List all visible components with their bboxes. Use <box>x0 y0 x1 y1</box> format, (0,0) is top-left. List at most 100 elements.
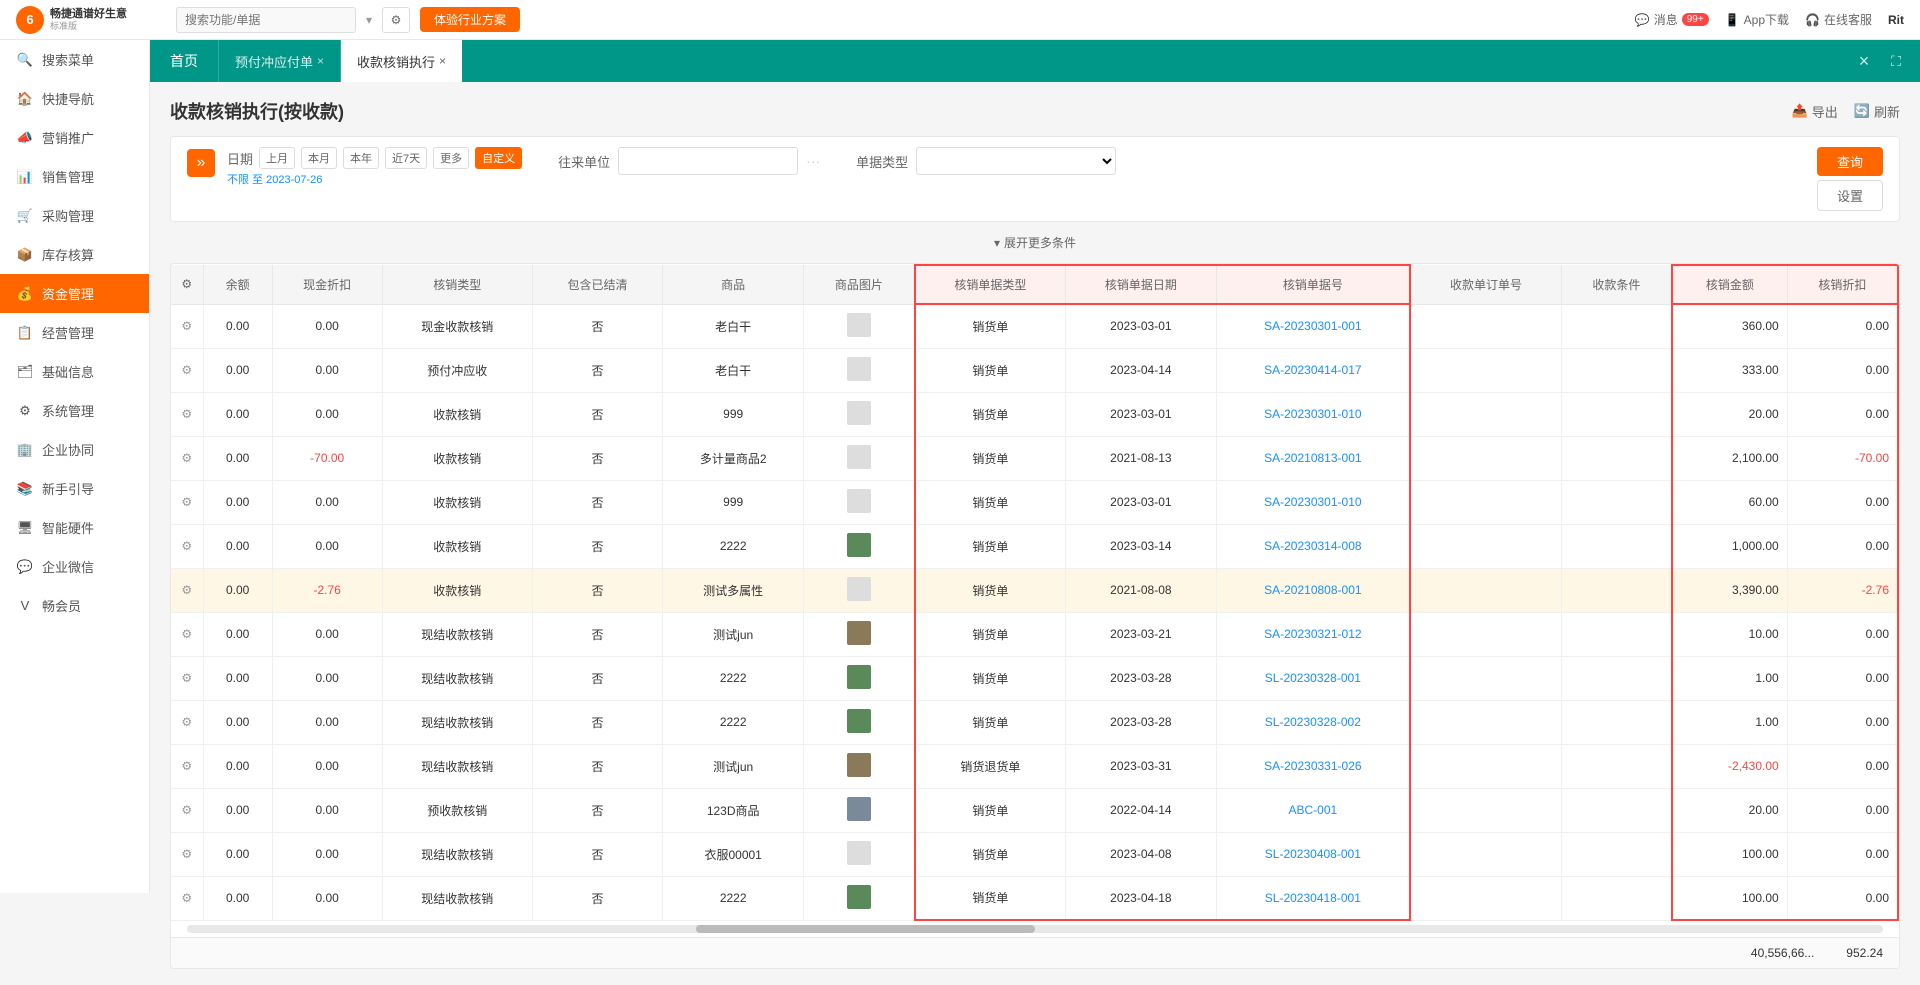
tab-home[interactable]: 首页 <box>150 40 219 82</box>
expand-more-button[interactable]: ▾ 展开更多条件 <box>170 230 1900 255</box>
cell-hx-discount: -2.76 <box>1787 568 1898 612</box>
filter-expand-button[interactable]: » <box>187 149 215 177</box>
cell-hx-bill-date: 2023-04-08 <box>1066 832 1216 876</box>
expand-more-label: 展开更多条件 <box>1004 234 1076 251</box>
date-custom-btn[interactable]: 自定义 <box>475 147 522 169</box>
cell-hx-bill-no[interactable]: SA-20210813-001 <box>1216 436 1410 480</box>
export-button[interactable]: 📤 导出 <box>1792 102 1838 121</box>
tab-prepay-close[interactable]: × <box>317 54 324 68</box>
refresh-button[interactable]: 🔄 刷新 <box>1854 102 1900 121</box>
cell-yue: 0.00 <box>203 832 272 876</box>
cell-hx-bill-no[interactable]: SA-20230301-001 <box>1216 304 1410 348</box>
cell-settings[interactable]: ⚙ <box>171 348 203 392</box>
sidebar-item-marketing[interactable]: 📣 营销推广 <box>0 118 149 157</box>
sidebar-item-hardware[interactable]: 🖥 智能硬件 <box>0 508 149 547</box>
message-button[interactable]: 💬 消息 99+ <box>1635 11 1709 28</box>
date-last-month-btn[interactable]: 上月 <box>259 147 295 169</box>
cell-hx-bill-no[interactable]: SA-20230414-017 <box>1216 348 1410 392</box>
export-label: 导出 <box>1812 102 1838 121</box>
tab-active-close[interactable]: × <box>439 54 446 68</box>
cell-settings[interactable]: ⚙ <box>171 612 203 656</box>
cell-hx-bill-no[interactable]: SA-20230301-010 <box>1216 392 1410 436</box>
tab-prepay[interactable]: 预付冲应付单 × <box>219 40 341 82</box>
cell-settings[interactable]: ⚙ <box>171 832 203 876</box>
cell-hx-bill-no[interactable]: SA-20230314-008 <box>1216 524 1410 568</box>
cell-settings[interactable]: ⚙ <box>171 480 203 524</box>
horizontal-scrollbar[interactable] <box>187 925 1883 933</box>
sidebar-item-finance[interactable]: 💰 资金管理 <box>0 274 149 313</box>
top-dropdown-arrow[interactable]: ▾ <box>366 13 372 27</box>
col-header-hx-bill-no: 核销单据号 <box>1216 265 1410 304</box>
top-search-input[interactable] <box>177 13 355 27</box>
sidebar-label-search: 搜索菜单 <box>42 50 94 69</box>
cell-hx-bill-no[interactable]: SA-20230321-012 <box>1216 612 1410 656</box>
cell-hx-bill-no[interactable]: SA-20230331-026 <box>1216 744 1410 788</box>
cell-cash-discount: 0.00 <box>272 656 382 700</box>
cell-product-img <box>804 656 915 700</box>
cell-settings[interactable]: ⚙ <box>171 744 203 788</box>
cell-sk-bill-no <box>1410 568 1561 612</box>
cell-settings[interactable]: ⚙ <box>171 568 203 612</box>
cell-hx-type: 收款核销 <box>382 568 532 612</box>
tab-expand-button[interactable]: ⛶ <box>1884 49 1908 73</box>
sidebar-item-wechat[interactable]: 💬 企业微信 <box>0 547 149 586</box>
date-more-btn[interactable]: 更多 <box>433 147 469 169</box>
cell-hx-bill-no[interactable]: SL-20230418-001 <box>1216 876 1410 920</box>
cell-settings[interactable]: ⚙ <box>171 656 203 700</box>
cell-settings[interactable]: ⚙ <box>171 436 203 480</box>
sidebar-label-hardware: 智能硬件 <box>42 518 94 537</box>
cell-hx-bill-type: 销货单 <box>915 876 1066 920</box>
cell-baohan: 否 <box>532 700 662 744</box>
from-unit-input[interactable] <box>618 147 798 175</box>
cell-settings[interactable]: ⚙ <box>171 700 203 744</box>
online-service-button[interactable]: 🎧 在线客服 <box>1805 11 1872 28</box>
cell-settings[interactable]: ⚙ <box>171 392 203 436</box>
cell-hx-bill-no[interactable]: SL-20230328-002 <box>1216 700 1410 744</box>
sidebar-item-purchase[interactable]: 🛒 采购管理 <box>0 196 149 235</box>
cell-hx-bill-no[interactable]: SL-20230328-001 <box>1216 656 1410 700</box>
industry-solution-button[interactable]: 体验行业方案 <box>420 7 520 32</box>
hx-discount-total: 952.24 <box>1846 946 1883 960</box>
cell-hx-bill-date: 2023-03-01 <box>1066 304 1216 348</box>
hx-amount-total: 40,556,66... <box>1751 946 1814 960</box>
cell-hx-bill-no[interactable]: SL-20230408-001 <box>1216 832 1410 876</box>
sidebar-item-system[interactable]: ⚙ 系统管理 <box>0 391 149 430</box>
cell-hx-bill-no[interactable]: ABC-001 <box>1216 788 1410 832</box>
query-button[interactable]: 查询 <box>1817 147 1883 176</box>
sidebar-item-sales[interactable]: 📊 销售管理 <box>0 157 149 196</box>
app-download-button[interactable]: 📱 App下载 <box>1725 11 1789 28</box>
sidebar-item-enterprise[interactable]: 🏢 企业协同 <box>0 430 149 469</box>
cell-settings[interactable]: ⚙ <box>171 876 203 920</box>
cell-yue: 0.00 <box>203 524 272 568</box>
cell-settings[interactable]: ⚙ <box>171 304 203 348</box>
cell-hx-amount: 100.00 <box>1672 832 1787 876</box>
sidebar-item-quick-nav[interactable]: 🏠 快捷导航 <box>0 79 149 118</box>
sidebar-item-search[interactable]: 🔍 搜索菜单 <box>0 40 149 79</box>
sidebar-item-guide[interactable]: 📚 新手引导 <box>0 469 149 508</box>
bill-type-select[interactable] <box>916 147 1116 175</box>
date-this-month-btn[interactable]: 本月 <box>301 147 337 169</box>
cell-settings[interactable]: ⚙ <box>171 788 203 832</box>
cell-settings[interactable]: ⚙ <box>171 524 203 568</box>
cell-sk-bill-no <box>1410 348 1561 392</box>
sidebar-item-inventory[interactable]: 📦 库存核算 <box>0 235 149 274</box>
tab-close-button[interactable]: × <box>1852 49 1876 73</box>
sidebar-item-base[interactable]: 🗂 基础信息 <box>0 352 149 391</box>
cell-product: 2222 <box>663 524 804 568</box>
date-7days-btn[interactable]: 近7天 <box>385 147 427 169</box>
sidebar-item-operations[interactable]: 📋 经营管理 <box>0 313 149 352</box>
user-name[interactable]: Rit <box>1888 13 1904 27</box>
cell-product-img <box>804 436 915 480</box>
table-row: ⚙ 0.00 0.00 现结收款核销 否 衣服00001 销货单 2023-04… <box>171 832 1898 876</box>
settings-icon[interactable]: ⚙ <box>382 7 410 33</box>
col-header-sk-cond: 收款条件 <box>1561 265 1672 304</box>
sidebar-item-member[interactable]: V 畅会员 <box>0 586 149 625</box>
cell-hx-bill-no[interactable]: SA-20210808-001 <box>1216 568 1410 612</box>
tab-active[interactable]: 收款核销执行 × <box>341 40 462 82</box>
cell-hx-bill-no[interactable]: SA-20230301-010 <box>1216 480 1410 524</box>
sidebar-label-system: 系统管理 <box>42 401 94 420</box>
cell-baohan: 否 <box>532 524 662 568</box>
date-this-year-btn[interactable]: 本年 <box>343 147 379 169</box>
settings-button[interactable]: 设置 <box>1817 180 1883 211</box>
cell-cash-discount: 0.00 <box>272 524 382 568</box>
